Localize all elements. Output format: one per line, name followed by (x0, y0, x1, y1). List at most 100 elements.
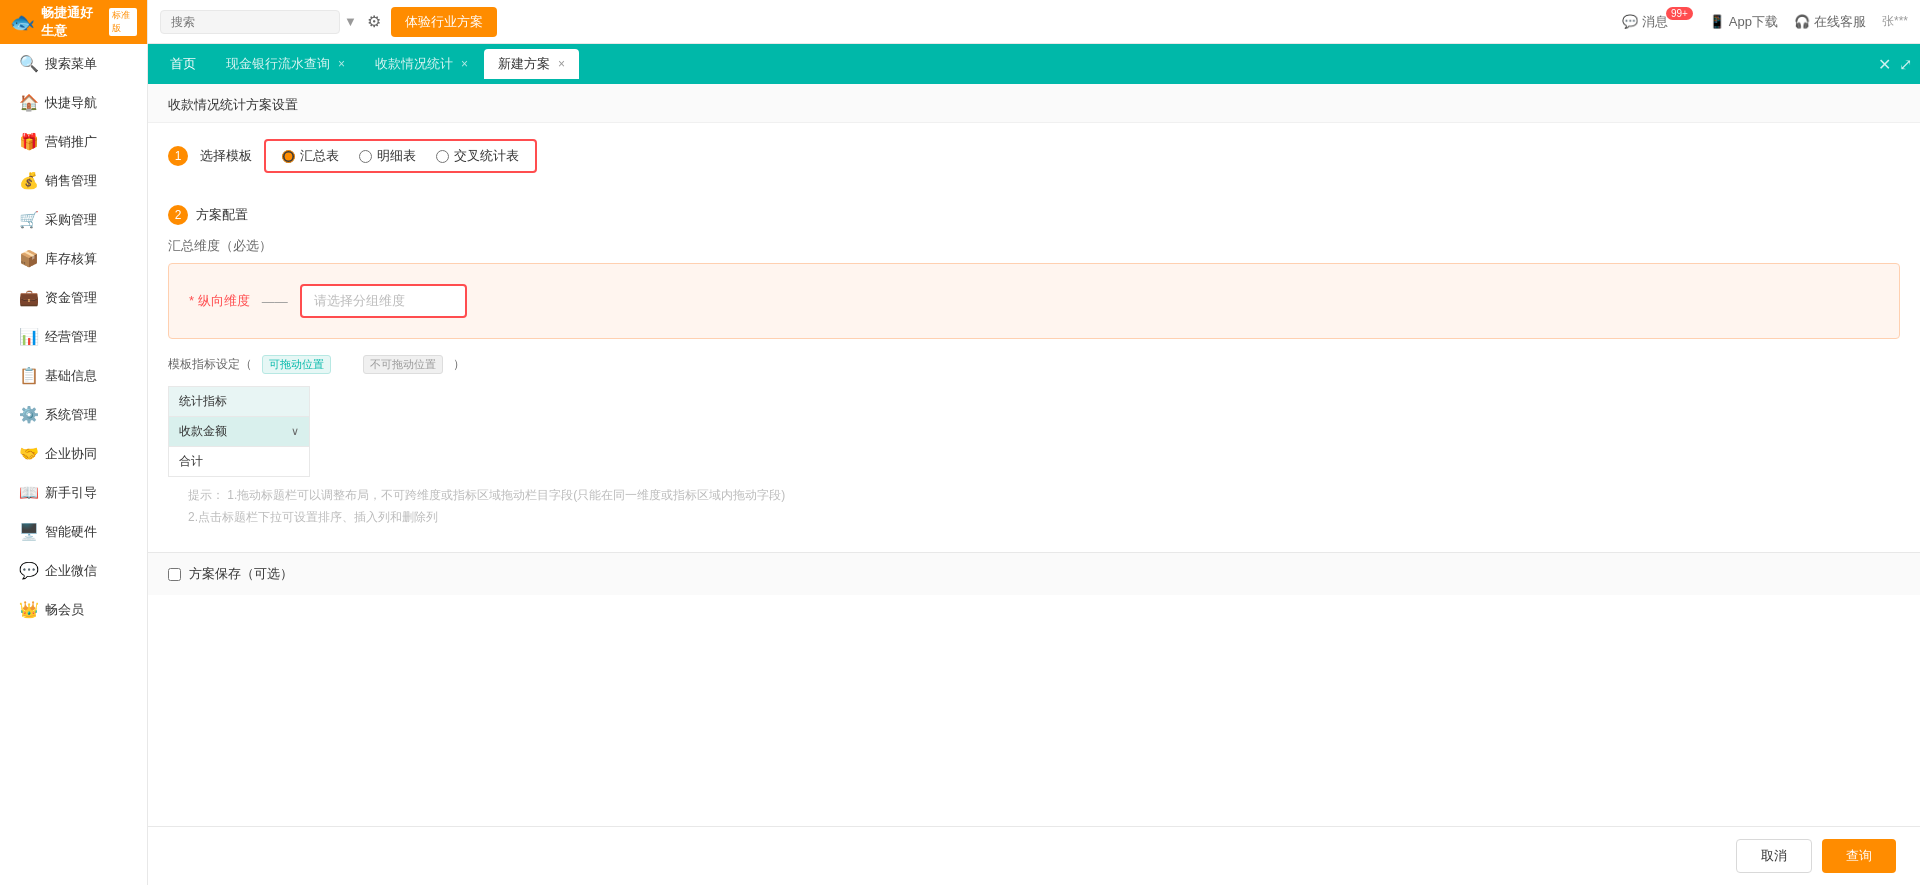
sidebar-logo: 🐟 畅捷通好生意 标准版 (0, 0, 147, 44)
tab-bank-flow-close[interactable]: × (338, 57, 345, 71)
tab-collection-stats-label: 收款情况统计 (375, 55, 453, 73)
step2-badge: 2 (168, 205, 188, 225)
search-dropdown-icon[interactable]: ▼ (344, 14, 357, 29)
radio-cross[interactable]: 交叉统计表 (436, 147, 519, 165)
search-input[interactable] (160, 10, 340, 34)
sidebar-item-label: 经营管理 (45, 328, 97, 346)
stats-cell-total: 合计 (169, 447, 309, 476)
non-draggable-badge: 不可拖动位置 (363, 355, 443, 374)
purchase-icon: 🛒 (19, 210, 37, 229)
radio-summary[interactable]: 汇总表 (282, 147, 339, 165)
indicator-settings-label: 模板指标设定（ 可拖动位置 不可拖动位置 ） (168, 355, 1900, 374)
column-dropdown-icon[interactable]: ∨ (291, 425, 299, 438)
sidebar-item-label: 搜索菜单 (45, 55, 97, 73)
inventory-icon: 📦 (19, 249, 37, 268)
tab-minimize-btn[interactable]: ✕ (1878, 55, 1891, 74)
sidebar-item-smart-hw[interactable]: 🖥️ 智能硬件 (0, 512, 147, 551)
column-header-label: 收款金额 (179, 423, 227, 440)
service-icon: 🎧 (1794, 14, 1810, 29)
step2-header: 2 方案配置 (168, 205, 1900, 225)
template-select-box: 汇总表 明细表 交叉统计表 (264, 139, 537, 173)
tab-home[interactable]: 首页 (156, 49, 210, 79)
gear-icon[interactable]: ⚙ (367, 12, 381, 31)
sidebar-item-enterprise-wechat[interactable]: 💬 企业微信 (0, 551, 147, 590)
marketing-icon: 🎁 (19, 132, 37, 151)
notification-label: 消息 (1642, 13, 1668, 31)
stats-header: 统计指标 (169, 387, 309, 417)
sidebar-item-label: 采购管理 (45, 211, 97, 229)
logo-badge: 标准版 (109, 8, 137, 36)
notification-badge: 99+ (1666, 7, 1693, 20)
sidebar-item-inventory[interactable]: 📦 库存核算 (0, 239, 147, 278)
save-plan-checkbox[interactable] (168, 568, 181, 581)
sidebar-item-beginner[interactable]: 📖 新手引导 (0, 473, 147, 512)
sidebar-item-label: 系统管理 (45, 406, 97, 424)
radio-detail[interactable]: 明细表 (359, 147, 416, 165)
sidebar-item-label: 智能硬件 (45, 523, 97, 541)
sidebar-item-member[interactable]: 👑 畅会员 (0, 590, 147, 629)
sidebar-item-enterprise-coop[interactable]: 🤝 企业协同 (0, 434, 147, 473)
radio-detail-label: 明细表 (377, 147, 416, 165)
sidebar-item-label: 企业协同 (45, 445, 97, 463)
radio-summary-label: 汇总表 (300, 147, 339, 165)
sidebar-item-operation[interactable]: 📊 经营管理 (0, 317, 147, 356)
dimension-placeholder: 请选择分组维度 (314, 293, 405, 308)
online-service-label: 在线客服 (1814, 13, 1866, 31)
sidebar-item-system[interactable]: ⚙️ 系统管理 (0, 395, 147, 434)
radio-summary-input[interactable] (282, 150, 295, 163)
base-info-icon: 📋 (19, 366, 37, 385)
step1-badge: 1 (168, 146, 188, 166)
query-button[interactable]: 查询 (1822, 839, 1896, 873)
app-download-item[interactable]: 📱 App下载 (1709, 13, 1778, 31)
step1-row: 1 选择模板 汇总表 明细表 (168, 139, 1900, 173)
tab-collection-stats-close[interactable]: × (461, 57, 468, 71)
indicator-settings-separator (341, 356, 353, 373)
sidebar-item-search-menu[interactable]: 🔍 搜索菜单 (0, 44, 147, 83)
sidebar-item-label: 营销推广 (45, 133, 97, 151)
page-footer: 方案保存（可选） (148, 552, 1920, 595)
online-service-item[interactable]: 🎧 在线客服 (1794, 13, 1866, 31)
sidebar: 🐟 畅捷通好生意 标准版 🔍 搜索菜单 🏠 快捷导航 🎁 营销推广 💰 销售管理… (0, 0, 148, 885)
search-menu-icon: 🔍 (19, 54, 37, 73)
save-plan-label: 方案保存（可选） (189, 565, 293, 583)
main-area: ▼ ⚙ 体验行业方案 💬 消息 99+ 📱 App下载 🎧 在线客服 张*** … (148, 0, 1920, 885)
industry-btn[interactable]: 体验行业方案 (391, 7, 497, 37)
content-area: 收款情况统计方案设置 1 选择模板 汇总表 (148, 84, 1920, 885)
step2-label: 方案配置 (196, 206, 248, 224)
member-icon: 👑 (19, 600, 37, 619)
dimension-title: 汇总维度（必选） (168, 237, 1900, 255)
cancel-button[interactable]: 取消 (1736, 839, 1812, 873)
step1-label: 选择模板 (200, 147, 252, 165)
sidebar-item-quick-nav[interactable]: 🏠 快捷导航 (0, 83, 147, 122)
tab-collection-stats[interactable]: 收款情况统计 × (361, 49, 482, 79)
step2-section: 2 方案配置 汇总维度（必选） * 纵向维度 —— 请选择分组维度 (148, 205, 1920, 552)
sidebar-item-sales[interactable]: 💰 销售管理 (0, 161, 147, 200)
column-header[interactable]: 收款金额 ∨ (169, 417, 309, 447)
tab-expand-btn[interactable]: ⤢ (1899, 55, 1912, 74)
tab-new-plan-label: 新建方案 (498, 55, 550, 73)
sidebar-item-label: 销售管理 (45, 172, 97, 190)
radio-cross-input[interactable] (436, 150, 449, 163)
sidebar-item-finance[interactable]: 💼 资金管理 (0, 278, 147, 317)
sidebar-item-label: 资金管理 (45, 289, 97, 307)
smart-hw-icon: 🖥️ (19, 522, 37, 541)
user-name[interactable]: 张*** (1882, 13, 1908, 30)
sidebar-item-marketing[interactable]: 🎁 营销推广 (0, 122, 147, 161)
page-header: 收款情况统计方案设置 (148, 84, 1920, 123)
radio-detail-input[interactable] (359, 150, 372, 163)
tabbar-right: ✕ ⤢ (1878, 55, 1912, 74)
search-container: ▼ (160, 10, 357, 34)
dimension-select-box[interactable]: 请选择分组维度 (300, 284, 467, 318)
sidebar-item-purchase[interactable]: 🛒 采购管理 (0, 200, 147, 239)
action-bar: 取消 查询 (148, 826, 1920, 885)
tab-bank-flow[interactable]: 现金银行流水查询 × (212, 49, 359, 79)
tab-new-plan-close[interactable]: × (558, 57, 565, 71)
sidebar-item-label: 库存核算 (45, 250, 97, 268)
stats-table-area: 统计指标 收款金额 ∨ 合计 (168, 386, 310, 477)
logo-icon: 🐟 (10, 10, 35, 34)
app-download-label: App下载 (1729, 13, 1778, 31)
indicator-settings: 模板指标设定（ 可拖动位置 不可拖动位置 ） 统计指标 收款金额 ∨ (168, 355, 1900, 477)
tab-new-plan[interactable]: 新建方案 × (484, 49, 579, 79)
notification-item[interactable]: 💬 消息 99+ (1622, 13, 1693, 31)
sidebar-item-base-info[interactable]: 📋 基础信息 (0, 356, 147, 395)
